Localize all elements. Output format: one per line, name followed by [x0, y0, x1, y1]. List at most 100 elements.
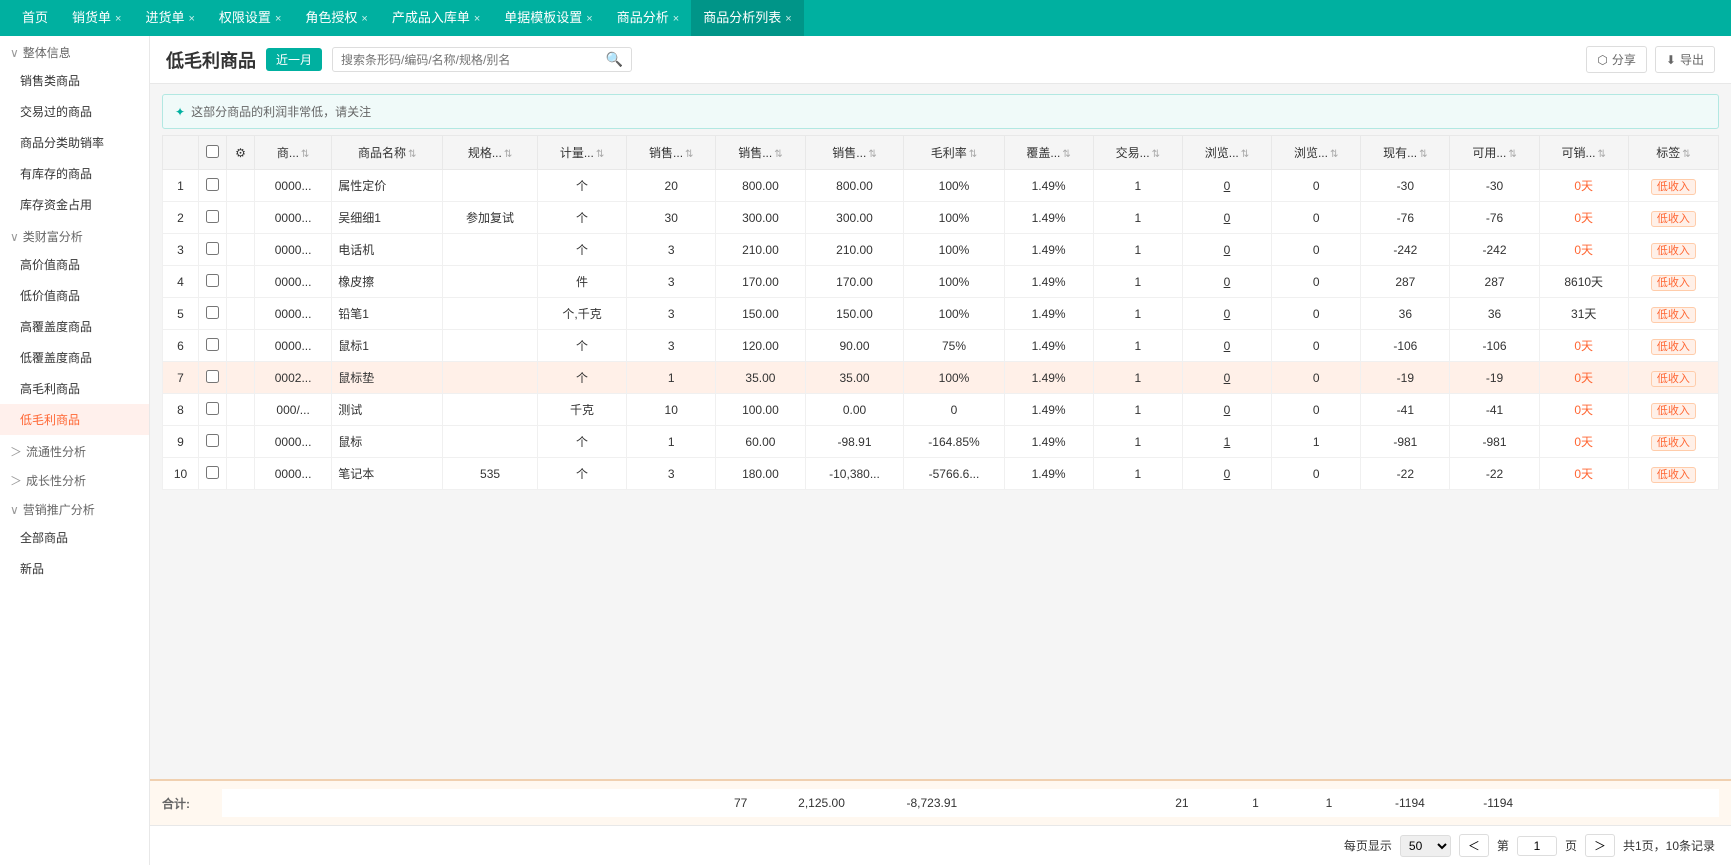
col-sales-profit[interactable]: 销售...⇅ — [805, 136, 904, 170]
nav-close-icon[interactable]: × — [188, 13, 194, 25]
nav-close-icon[interactable]: × — [586, 13, 592, 25]
row-views1[interactable]: 0 — [1182, 202, 1271, 234]
row-checkbox-cell[interactable] — [199, 266, 227, 298]
row-checkbox[interactable] — [206, 274, 219, 287]
row-views1[interactable]: 0 — [1182, 362, 1271, 394]
row-checkbox[interactable] — [206, 306, 219, 319]
col-settings[interactable]: ⚙ — [227, 136, 255, 170]
next-page-button[interactable]: ＞ — [1585, 834, 1615, 857]
col-views2[interactable]: 浏览...⇅ — [1272, 136, 1361, 170]
sidebar-group-flow-analysis[interactable]: ＞ 流通性分析 — [0, 435, 149, 464]
sidebar-item-new-products[interactable]: 新品 — [0, 553, 149, 584]
sidebar-item-sales-products[interactable]: 销售类商品 — [0, 65, 149, 96]
row-available: -22 — [1450, 458, 1539, 490]
nav-purchase-order[interactable]: 进货单× — [133, 0, 206, 36]
row-available: -981 — [1450, 426, 1539, 458]
nav-permissions[interactable]: 权限设置× — [207, 0, 293, 36]
sidebar-item-low-margin[interactable]: 低毛利商品 — [0, 404, 149, 435]
row-views1[interactable]: 0 — [1182, 458, 1271, 490]
nav-close-icon[interactable]: × — [785, 13, 791, 25]
row-checkbox[interactable] — [206, 466, 219, 479]
col-tag[interactable]: 标签⇅ — [1628, 136, 1718, 170]
sort-icon: ⇅ — [1508, 149, 1516, 160]
col-sales-price[interactable]: 销售...⇅ — [716, 136, 805, 170]
search-input[interactable] — [341, 53, 606, 67]
row-views1[interactable]: 0 — [1182, 266, 1271, 298]
row-checkbox-cell[interactable] — [199, 362, 227, 394]
col-spec[interactable]: 规格...⇅ — [443, 136, 538, 170]
tag-badge: 低收入 — [1651, 179, 1696, 195]
row-checkbox[interactable] — [206, 242, 219, 255]
sidebar-group-marketing-analysis[interactable]: ∨ 营销推广分析 — [0, 493, 149, 522]
export-button[interactable]: ⬇ 导出 — [1655, 46, 1715, 73]
col-views1[interactable]: 浏览...⇅ — [1182, 136, 1271, 170]
search-icon[interactable]: 🔍 — [606, 51, 623, 68]
sidebar-item-category-sales-rate[interactable]: 商品分类助销率 — [0, 127, 149, 158]
sidebar-group-overview[interactable]: ∨ 整体信息 — [0, 36, 149, 65]
sidebar-item-traded-products[interactable]: 交易过的商品 — [0, 96, 149, 127]
row-views1[interactable]: 0 — [1182, 298, 1271, 330]
nav-home[interactable]: 首页 — [10, 0, 60, 36]
col-sales-qty[interactable]: 销售...⇅ — [627, 136, 716, 170]
sidebar-item-high-coverage[interactable]: 高覆盖度商品 — [0, 311, 149, 342]
share-button[interactable]: ⬡ 分享 — [1586, 46, 1647, 73]
row-checkbox-cell[interactable] — [199, 298, 227, 330]
row-checkbox-cell[interactable] — [199, 202, 227, 234]
nav-product-analysis[interactable]: 商品分析× — [605, 0, 691, 36]
date-filter-button[interactable]: 近一月 — [266, 48, 322, 71]
col-checkbox[interactable] — [199, 136, 227, 170]
nav-close-icon[interactable]: × — [275, 13, 281, 25]
col-current-stock[interactable]: 现有...⇅ — [1361, 136, 1450, 170]
col-transactions[interactable]: 交易...⇅ — [1093, 136, 1182, 170]
row-checkbox[interactable] — [206, 370, 219, 383]
sidebar-item-stock-products[interactable]: 有库存的商品 — [0, 158, 149, 189]
row-transactions: 1 — [1093, 298, 1182, 330]
select-all-checkbox[interactable] — [206, 145, 219, 158]
prev-page-button[interactable]: ＜ — [1459, 834, 1489, 857]
nav-role-auth[interactable]: 角色授权× — [293, 0, 379, 36]
row-checkbox-cell[interactable] — [199, 458, 227, 490]
row-checkbox-cell[interactable] — [199, 330, 227, 362]
col-unit[interactable]: 计量...⇅ — [537, 136, 626, 170]
sidebar-item-high-margin[interactable]: 高毛利商品 — [0, 373, 149, 404]
nav-product-inbound[interactable]: 产成品入库单× — [380, 0, 492, 36]
col-cover-rate[interactable]: 覆盖...⇅ — [1004, 136, 1093, 170]
row-checkbox[interactable] — [206, 338, 219, 351]
row-unit: 个 — [537, 330, 626, 362]
nav-template-settings[interactable]: 单据模板设置× — [492, 0, 604, 36]
sidebar-item-inventory-capital[interactable]: 库存资金占用 — [0, 189, 149, 220]
sidebar-item-low-value[interactable]: 低价值商品 — [0, 280, 149, 311]
row-checkbox-cell[interactable] — [199, 170, 227, 202]
row-views1[interactable]: 0 — [1182, 170, 1271, 202]
per-page-select[interactable]: 50 100 — [1400, 835, 1451, 857]
row-checkbox[interactable] — [206, 210, 219, 223]
nav-product-analysis-list[interactable]: 商品分析列表× — [691, 0, 803, 36]
col-saleable[interactable]: 可销...⇅ — [1539, 136, 1628, 170]
row-checkbox-cell[interactable] — [199, 234, 227, 266]
row-checkbox-cell[interactable] — [199, 394, 227, 426]
nav-close-icon[interactable]: × — [115, 13, 121, 25]
col-gross-rate[interactable]: 毛利率⇅ — [904, 136, 1004, 170]
sidebar-item-high-value[interactable]: 高价值商品 — [0, 249, 149, 280]
col-code[interactable]: 商...⇅ — [255, 136, 332, 170]
sidebar-item-all-products[interactable]: 全部商品 — [0, 522, 149, 553]
row-views1[interactable]: 1 — [1182, 426, 1271, 458]
row-views1[interactable]: 0 — [1182, 394, 1271, 426]
nav-close-icon[interactable]: × — [673, 13, 679, 25]
row-checkbox[interactable] — [206, 178, 219, 191]
sidebar-group-wealth-analysis[interactable]: ∨ 类财富分析 — [0, 220, 149, 249]
row-checkbox-cell[interactable] — [199, 426, 227, 458]
sidebar-group-growth-analysis[interactable]: ＞ 成长性分析 — [0, 464, 149, 493]
col-available[interactable]: 可用...⇅ — [1450, 136, 1539, 170]
nav-sales-order[interactable]: 销货单× — [60, 0, 133, 36]
page-number-input[interactable] — [1517, 836, 1557, 856]
row-name: 笔记本 — [332, 458, 443, 490]
nav-close-icon[interactable]: × — [361, 13, 367, 25]
row-checkbox[interactable] — [206, 434, 219, 447]
row-views1[interactable]: 0 — [1182, 330, 1271, 362]
col-name[interactable]: 商品名称⇅ — [332, 136, 443, 170]
nav-close-icon[interactable]: × — [474, 13, 480, 25]
row-views1[interactable]: 0 — [1182, 234, 1271, 266]
sidebar-item-low-coverage[interactable]: 低覆盖度商品 — [0, 342, 149, 373]
row-checkbox[interactable] — [206, 402, 219, 415]
